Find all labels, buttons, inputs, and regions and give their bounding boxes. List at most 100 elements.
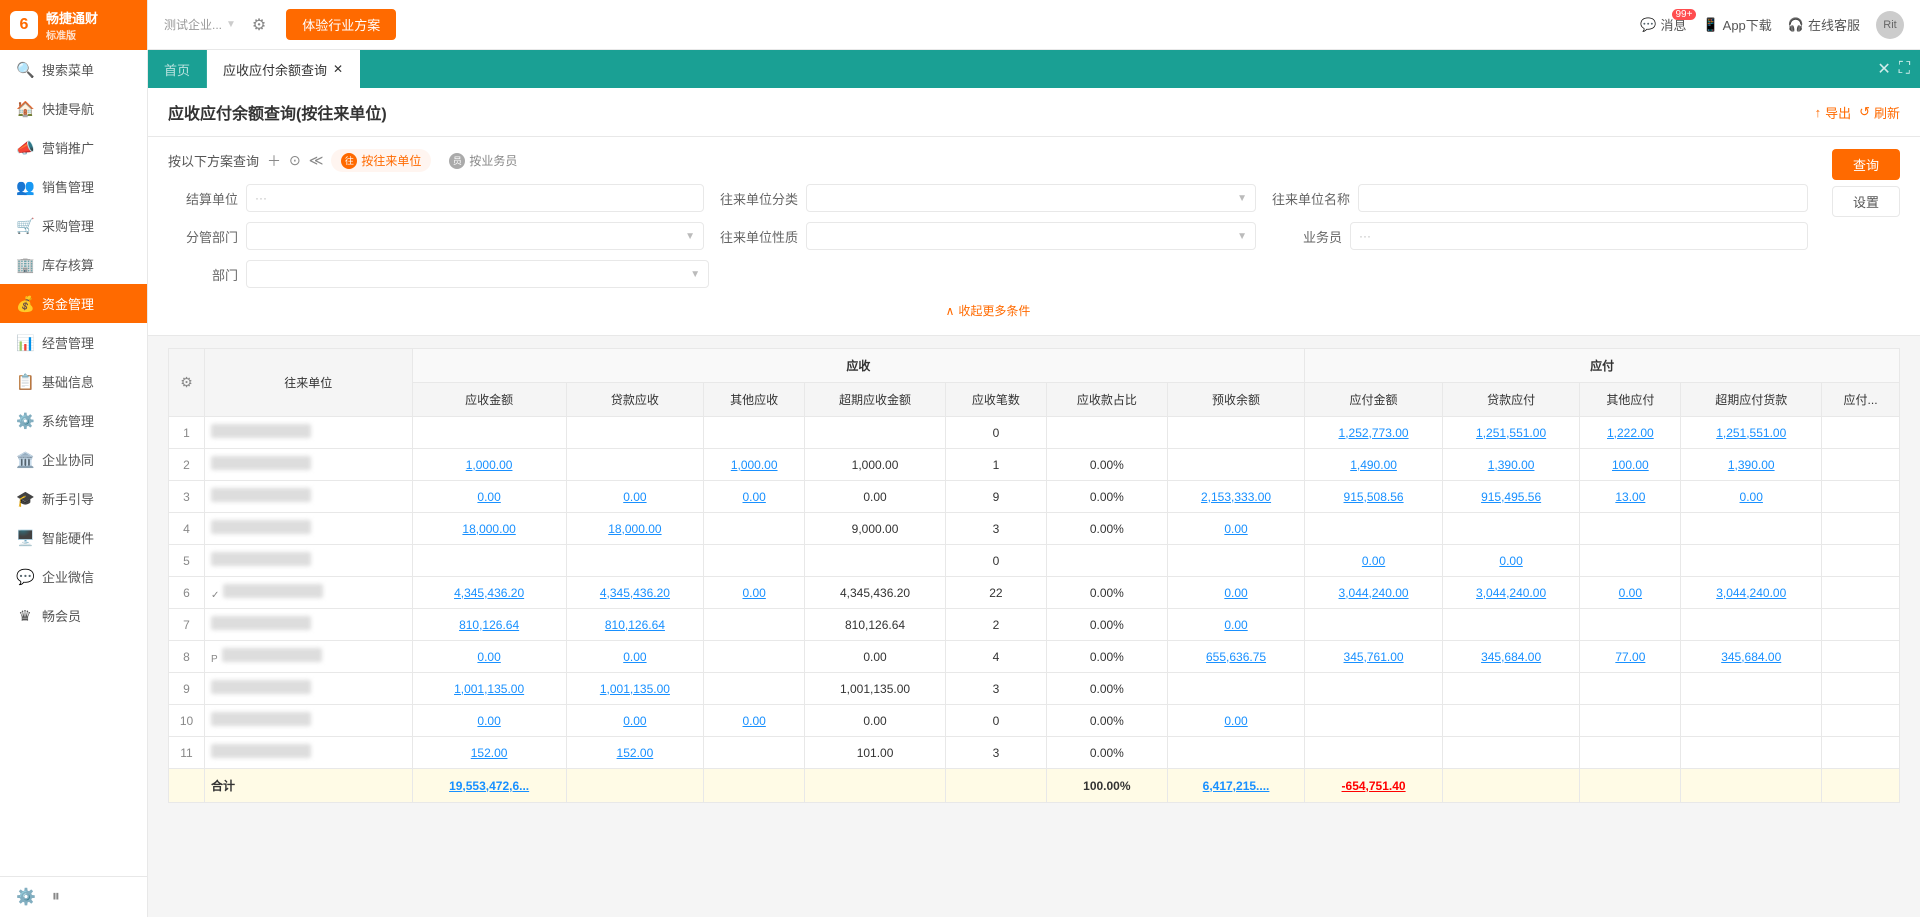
partner-cell: ✓ [205,577,413,609]
tab-expand-icon[interactable]: ⛶ [1899,60,1910,78]
partner-nature-input[interactable]: ▼ [806,222,1256,250]
sidebar-item-system[interactable]: ⚙️ 系统管理 [0,401,147,440]
export-button[interactable]: ↑ 导出 [1815,103,1852,122]
header: 测试企业... ▼ ⚙ 体验行业方案 💬 消息 99+ 📱 App下载 🎧 在线… [148,0,1920,50]
trial-button[interactable]: 体验行业方案 [286,9,396,40]
settlement-unit-label: 结算单位 [168,189,238,208]
table-wrapper: ⚙ 往来单位 应收 应付 应收金额 贷款应收 其他应收 超期应收金额 应收笔数 … [168,348,1900,803]
sidebar-item-operation[interactable]: 📊 经营管理 [0,323,147,362]
operation-icon: 📊 [16,334,34,352]
tab-query[interactable]: 应收应付余额查询 ✕ [207,50,360,88]
main-content: 应收应付余额查询(按往来单位) ↑ 导出 ↺ 刷新 按以下方案查询 ＋ ⊙ ≪ [148,88,1920,917]
data-table: ⚙ 往来单位 应收 应付 应收金额 贷款应收 其他应收 超期应收金额 应收笔数 … [168,348,1900,803]
filter-arrow-icon[interactable]: ≪ [309,152,324,169]
sidebar-item-hardware[interactable]: 🖥️ 智能硬件 [0,518,147,557]
partner-nature-label: 往来单位性质 [720,227,798,246]
sidebar-item-label: 企业协同 [42,450,94,469]
payable-group-header: 应付 [1305,349,1900,383]
table-row: 8P0.000.000.0040.00%655,636.75345,761.00… [169,641,1900,673]
filter-settlement-unit: 结算单位 ··· [168,184,704,212]
filter-partner-nature: 往来单位性质 ▼ [720,222,1256,250]
tab-close-all-icon[interactable]: ✕ [1877,59,1890,79]
dept-input[interactable]: ▼ [246,260,709,288]
sidebar-item-member[interactable]: ♛ 畅会员 [0,596,147,635]
scheme-by-partner[interactable]: 往 按往来单位 [331,149,431,172]
sidebar-item-label: 搜索菜单 [42,60,94,79]
app-download-label: App下载 [1723,15,1772,34]
system-icon: ⚙️ [16,412,34,430]
footer-payable-x [1822,769,1900,803]
collapse-label: 收起更多条件 [958,302,1030,319]
inventory-icon: 🏢 [16,256,34,274]
gear-icon[interactable]: ⚙ [252,15,266,35]
purchase-icon: 🛒 [16,217,34,235]
filter-add-icon[interactable]: ＋ [267,151,281,171]
footer-loan-receivable [566,769,704,803]
sidebar-item-label: 快捷导航 [42,99,94,118]
tab-close-icon[interactable]: ✕ [333,62,343,76]
sidebar-settings-icon[interactable]: ⚙️ [16,887,36,907]
app-name: 畅捷通财 [46,8,98,27]
footer-receivable-amount[interactable]: 19,553,472,6... [412,769,566,803]
payable-amount-header: 应付金额 [1305,383,1443,417]
online-service-button[interactable]: 🎧 在线客服 [1788,15,1860,34]
sidebar-item-quick-nav[interactable]: 🏠 快捷导航 [0,89,147,128]
dept-manage-input[interactable]: ▼ [246,222,704,250]
refresh-button[interactable]: ↺ 刷新 [1859,103,1900,122]
sidebar-item-sales[interactable]: 👥 销售管理 [0,167,147,206]
filter-edit-icon[interactable]: ⊙ [289,152,301,169]
sidebar-item-wechat[interactable]: 💬 企业微信 [0,557,147,596]
query-button[interactable]: 查询 [1832,149,1900,180]
partner-category-input[interactable]: ▼ [806,184,1256,212]
sidebar-item-guide[interactable]: 🎓 新手引导 [0,479,147,518]
footer-overdue-payable [1681,769,1822,803]
user-avatar[interactable]: Rit [1876,11,1904,39]
dept-manage-chevron-icon: ▼ [685,231,695,242]
enterprise-icon: 🏛️ [16,451,34,469]
footer-receivable-count [945,769,1046,803]
loan-receivable-header: 贷款应收 [566,383,704,417]
footer-prepaid-balance[interactable]: 6,417,215.... [1167,769,1305,803]
receivable-amount-header: 应收金额 [412,383,566,417]
sidebar-item-label: 销售管理 [42,177,94,196]
salesman-input[interactable]: ··· [1350,222,1808,250]
messages-badge: 99+ [1672,9,1697,20]
sidebar-item-marketing[interactable]: 📣 营销推广 [0,128,147,167]
sidebar-item-inventory[interactable]: 🏢 库存核算 [0,245,147,284]
sidebar-item-basic[interactable]: 📋 基础信息 [0,362,147,401]
partner-cell [205,737,413,769]
sidebar-item-purchase[interactable]: 🛒 采购管理 [0,206,147,245]
wechat-icon: 💬 [16,568,34,586]
table-row: 21,000.001,000.001,000.0010.00%1,490.001… [169,449,1900,481]
table-settings-icon[interactable]: ⚙ [180,374,193,390]
partner-name-input[interactable] [1358,184,1808,212]
breadcrumb: 测试企业... ▼ [164,16,236,33]
table-row: 418,000.0018,000.009,000.0030.00%0.00 [169,513,1900,545]
tab-home-label: 首页 [164,60,190,79]
sidebar-item-capital[interactable]: 💰 资金管理 [0,284,147,323]
settlement-unit-input[interactable]: ··· [246,184,704,212]
scheme-partner-label: 按往来单位 [361,152,421,169]
app-download-button[interactable]: 📱 App下载 [1702,15,1771,34]
sidebar-item-search-menu[interactable]: 🔍 搜索菜单 [0,50,147,89]
table-row: 91,001,135.001,001,135.001,001,135.0030.… [169,673,1900,705]
table-area[interactable]: ⚙ 往来单位 应收 应付 应收金额 贷款应收 其他应收 超期应收金额 应收笔数 … [148,336,1920,917]
scheme-partner-icon: 往 [341,153,357,169]
filter-collapse-button[interactable]: ∧ 收起更多条件 [168,298,1808,323]
tab-home[interactable]: 首页 [148,50,207,88]
sidebar-item-enterprise[interactable]: 🏛️ 企业协同 [0,440,147,479]
refresh-icon: ↺ [1859,104,1870,120]
footer-payable-amount[interactable]: -654,751.40 [1305,769,1443,803]
set-button[interactable]: 设置 [1832,186,1900,217]
filter-schemes: 往 按往来单位 员 按业务员 [331,149,527,172]
other-payable-header: 其他应付 [1580,383,1681,417]
receivable-count-header: 应收笔数 [945,383,1046,417]
sidebar-collapse-icon[interactable]: ⏸ [52,888,60,906]
filter-dept: 部门 ▼ [168,260,709,288]
partner-cell [205,609,413,641]
dept-manage-label: 分管部门 [168,227,238,246]
receivable-ratio-header: 应收款占比 [1046,383,1167,417]
footer-receivable-ratio: 100.00% [1046,769,1167,803]
scheme-by-staff[interactable]: 员 按业务员 [439,149,527,172]
messages-button[interactable]: 💬 消息 99+ [1640,15,1686,34]
